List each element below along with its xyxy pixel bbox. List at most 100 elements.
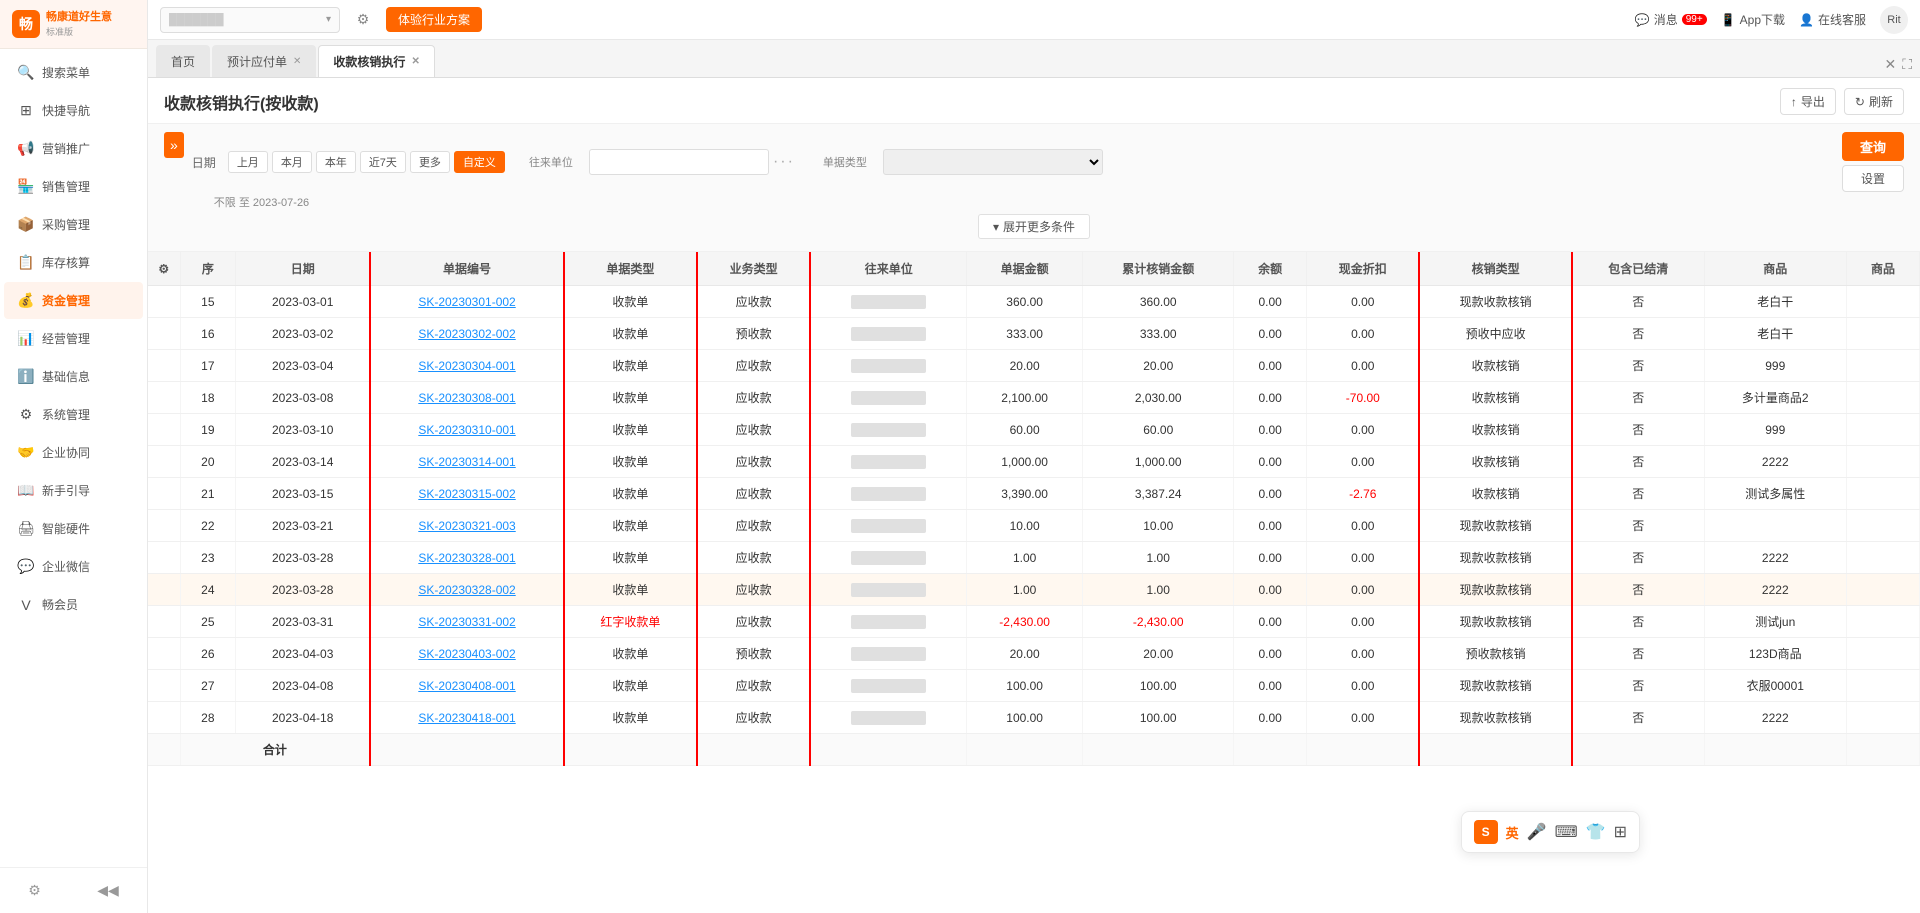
tab-expand-icon[interactable]: ⛶	[1902, 56, 1912, 73]
cell-balance: 0.00	[1234, 574, 1307, 606]
table-row: 17 2023-03-04 SK-20230304-001 收款单 应收款 20…	[148, 350, 1920, 382]
th-settings[interactable]: ⚙	[148, 252, 180, 286]
cell-doc-no[interactable]: SK-20230302-002	[370, 318, 564, 350]
cell-doc-no[interactable]: SK-20230315-002	[370, 478, 564, 510]
cell-doc-no[interactable]: SK-20230308-001	[370, 382, 564, 414]
cell-goods: 2222	[1704, 702, 1846, 734]
sidebar-item-enterprise[interactable]: 🤝 企业协同	[4, 434, 143, 471]
table-row: 15 2023-03-01 SK-20230301-002 收款单 应收款 36…	[148, 286, 1920, 318]
last-month-btn[interactable]: 上月	[228, 151, 268, 173]
cell-doc-type: 收款单	[564, 478, 697, 510]
settings-button[interactable]: 设置	[1842, 165, 1904, 192]
cell-verified: 360.00	[1083, 286, 1234, 318]
cell-goods: 123D商品	[1704, 638, 1846, 670]
more-btn[interactable]: 更多	[410, 151, 450, 173]
cell-partner	[810, 574, 966, 606]
header-row: ⚙ 序 日期 单据编号 单据类型 业务类型 往来单位 单据金额 累计核销金额 余…	[148, 252, 1920, 286]
cell-goods: 老白干	[1704, 286, 1846, 318]
filter-collapse-btn[interactable]: »	[164, 132, 184, 158]
cell-doc-no[interactable]: SK-20230314-001	[370, 446, 564, 478]
cell-verified: 100.00	[1083, 702, 1234, 734]
cell-doc-no[interactable]: SK-20230321-003	[370, 510, 564, 542]
cell-biz-type: 应收款	[697, 574, 811, 606]
sidebar-item-hardware[interactable]: 🖨 智能硬件	[4, 510, 143, 547]
sidebar-item-search[interactable]: 🔍 搜索菜单	[4, 54, 143, 91]
cell-goods2	[1846, 670, 1919, 702]
totals-cancel-type-cell	[1419, 734, 1572, 766]
sidebar-item-label: 畅会员	[42, 596, 78, 613]
tab-close-icon[interactable]: ✕	[1884, 56, 1896, 73]
marketing-icon: 📢	[18, 141, 34, 157]
enterprise-icon: 🤝	[18, 445, 34, 461]
brand-name: 畅康道好生意	[46, 10, 112, 24]
export-button[interactable]: ↑ 导出	[1780, 88, 1836, 115]
sidebar-item-wechat[interactable]: 💬 企业微信	[4, 548, 143, 585]
sidebar-item-inventory[interactable]: 📋 库存核算	[4, 244, 143, 281]
cell-seq: 24	[180, 574, 236, 606]
cell-verified: 2,030.00	[1083, 382, 1234, 414]
sidebar-item-basic[interactable]: ℹ️ 基础信息	[4, 358, 143, 395]
sidebar-item-marketing[interactable]: 📢 营销推广	[4, 130, 143, 167]
cell-doc-no[interactable]: SK-20230403-002	[370, 638, 564, 670]
this-year-btn[interactable]: 本年	[316, 151, 356, 173]
tab-payable[interactable]: 预计应付单 ✕	[212, 45, 316, 77]
cell-amount: 100.00	[966, 702, 1082, 734]
cell-doc-no[interactable]: SK-20230408-001	[370, 670, 564, 702]
totals-partner-cell	[810, 734, 966, 766]
sidebar-item-sales[interactable]: 🏪 销售管理	[4, 168, 143, 205]
tab-home[interactable]: 首页	[156, 45, 210, 77]
cell-doc-no[interactable]: SK-20230331-002	[370, 606, 564, 638]
th-amount: 单据金额	[966, 252, 1082, 286]
user-avatar[interactable]: Rit	[1880, 6, 1908, 34]
cell-include-settled: 否	[1572, 670, 1704, 702]
collapse-icon[interactable]: ◀◀	[91, 876, 125, 905]
cell-doc-no[interactable]: SK-20230328-002	[370, 574, 564, 606]
cell-balance: 0.00	[1234, 606, 1307, 638]
messages-button[interactable]: 💬 消息 99+	[1635, 11, 1707, 28]
totals-goods2-cell	[1846, 734, 1919, 766]
cell-doc-no[interactable]: SK-20230328-001	[370, 542, 564, 574]
page-title: 收款核销执行(按收款)	[164, 90, 319, 114]
cell-amount: 3,390.00	[966, 478, 1082, 510]
cell-seq: 26	[180, 638, 236, 670]
app-download-button[interactable]: 📱 App下载	[1721, 11, 1785, 28]
expand-conditions-btn[interactable]: ▾ 展开更多条件	[978, 214, 1090, 239]
sidebar-item-label: 快捷导航	[42, 102, 90, 119]
tab-collection[interactable]: 收款核销执行 ✕	[318, 45, 434, 77]
topbar-gear-icon[interactable]: ⚙	[350, 7, 376, 33]
online-service-button[interactable]: 👤 在线客服	[1799, 11, 1866, 28]
sidebar-item-label: 经营管理	[42, 330, 90, 347]
cell-doc-no[interactable]: SK-20230304-001	[370, 350, 564, 382]
cell-doc-no[interactable]: SK-20230301-002	[370, 286, 564, 318]
settings-bottom-icon[interactable]: ⚙	[22, 876, 47, 905]
cell-doc-type: 收款单	[564, 638, 697, 670]
cell-verified: 3,387.24	[1083, 478, 1234, 510]
cell-doc-no[interactable]: SK-20230310-001	[370, 414, 564, 446]
cell-settings	[148, 414, 180, 446]
cell-cancel-type: 现款收款核销	[1419, 606, 1572, 638]
sidebar-item-system[interactable]: ⚙ 系统管理	[4, 396, 143, 433]
cell-seq: 16	[180, 318, 236, 350]
cell-doc-no[interactable]: SK-20230418-001	[370, 702, 564, 734]
partner-input[interactable]	[589, 149, 769, 175]
cell-doc-type: 收款单	[564, 670, 697, 702]
this-month-btn[interactable]: 本月	[272, 151, 312, 173]
industry-solution-button[interactable]: 体验行业方案	[386, 7, 482, 32]
refresh-button[interactable]: ↻ 刷新	[1844, 88, 1904, 115]
sidebar-item-operations[interactable]: 📊 经营管理	[4, 320, 143, 357]
sidebar-item-guide[interactable]: 📖 新手引导	[4, 472, 143, 509]
last-7days-btn[interactable]: 近7天	[360, 151, 406, 173]
tab-payable-close[interactable]: ✕	[293, 56, 301, 67]
sidebar-item-quicknav[interactable]: ⊞ 快捷导航	[4, 92, 143, 129]
cell-biz-type: 预收款	[697, 638, 811, 670]
sidebar-item-member[interactable]: V 畅会员	[4, 586, 143, 623]
doc-type-select[interactable]	[883, 149, 1103, 175]
sidebar-item-purchase[interactable]: 📦 采购管理	[4, 206, 143, 243]
cell-cancel-type: 收款核销	[1419, 350, 1572, 382]
query-button[interactable]: 查询	[1842, 132, 1904, 161]
watermark-logo: S	[1474, 820, 1498, 844]
custom-btn[interactable]: 自定义	[454, 151, 505, 173]
tab-collection-close[interactable]: ✕	[411, 56, 419, 67]
topbar-search[interactable]: ███████ ▾	[160, 7, 340, 33]
sidebar-item-finance[interactable]: 💰 资金管理	[4, 282, 143, 319]
